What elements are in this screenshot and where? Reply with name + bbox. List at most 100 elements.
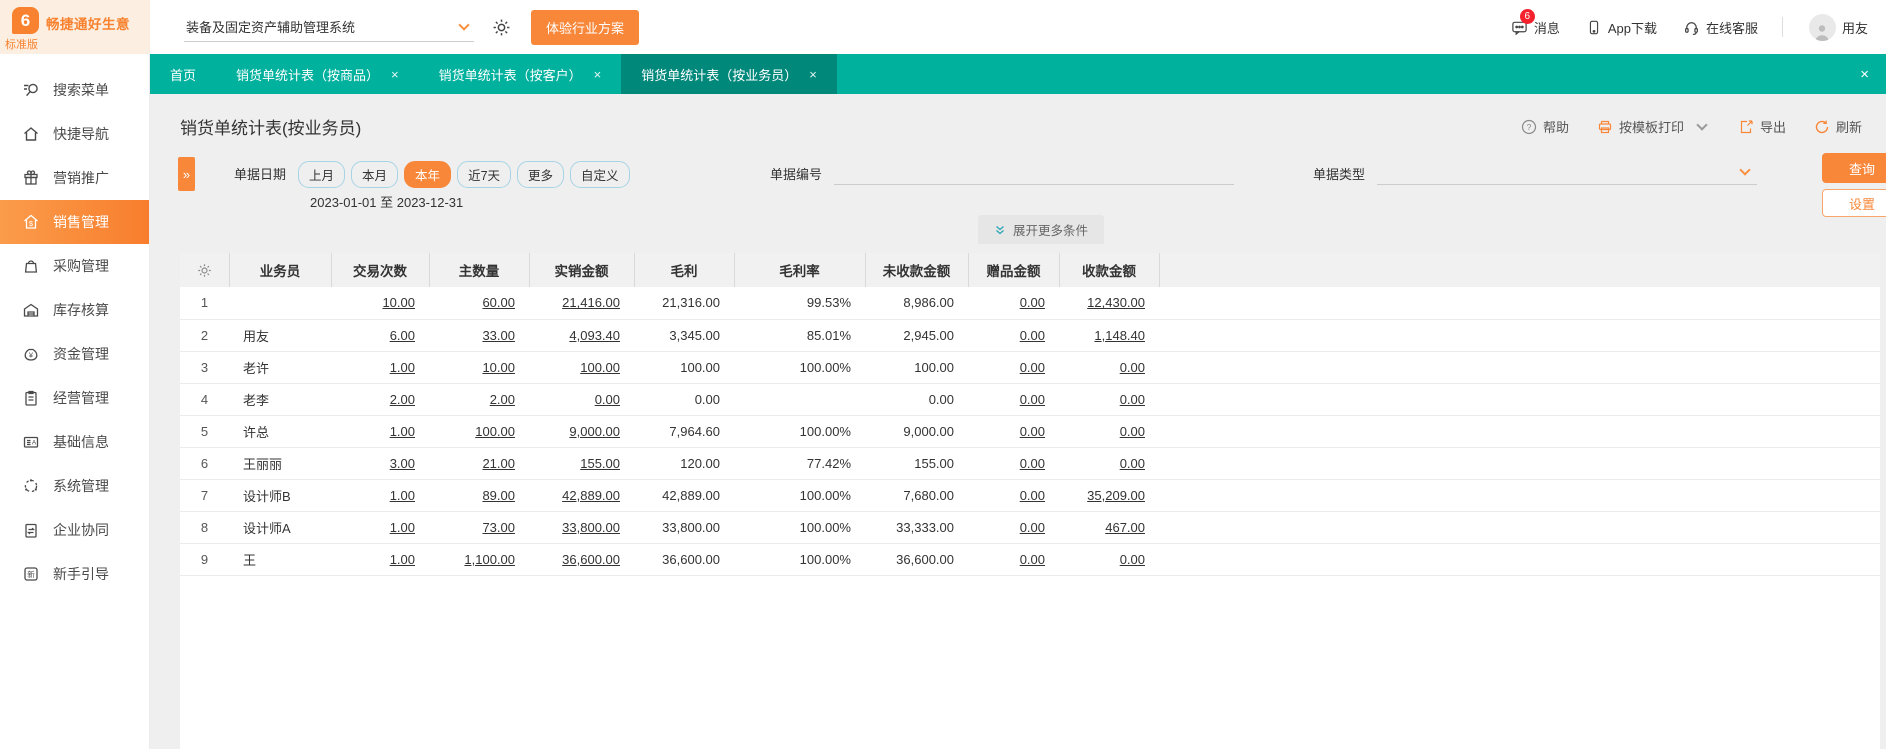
column-header-gift-amount[interactable]: 赠品金额 [968,253,1060,287]
cell-received-link[interactable]: 0.00 [1120,392,1145,407]
expand-more-conditions[interactable]: 展开更多条件 [978,215,1105,244]
column-settings-button[interactable] [180,253,230,287]
tab-home[interactable]: 首页 [150,54,216,94]
cell-qty-link[interactable]: 2.00 [490,392,515,407]
cell-trades-link[interactable]: 1.00 [390,424,415,439]
tab-report-by-customer[interactable]: 销货单统计表（按客户） × [419,54,622,94]
cell-gift-link[interactable]: 0.00 [1020,360,1045,375]
cell-trades-link[interactable]: 1.00 [390,360,415,375]
column-header-received[interactable]: 收款金额 [1059,253,1160,287]
cell-trades-link[interactable]: 2.00 [390,392,415,407]
sidebar-item-marketing[interactable]: 营销推广 [0,156,149,200]
cell-qty-link[interactable]: 10.00 [482,360,515,375]
export-button[interactable]: 导出 [1738,117,1786,136]
sidebar-item-inventory[interactable]: 库存核算 [0,288,149,332]
cell-gift-link[interactable]: 0.00 [1020,456,1045,471]
trial-solution-button[interactable]: 体验行业方案 [531,9,640,45]
cell-sales-link[interactable]: 42,889.00 [562,488,620,503]
cell-sales-link[interactable]: 4,093.40 [569,328,620,343]
cell-qty-link[interactable]: 60.00 [482,295,515,310]
online-support-button[interactable]: 在线客服 [1683,18,1758,37]
cell-trades-link[interactable]: 1.00 [390,552,415,567]
close-icon[interactable]: × [809,67,817,82]
cell-sales-link[interactable]: 0.00 [595,392,620,407]
tab-report-by-salesperson[interactable]: 销货单统计表（按业务员） × [621,54,837,94]
cell-sales-link[interactable]: 33,800.00 [562,520,620,535]
refresh-button[interactable]: 刷新 [1814,117,1862,136]
cell-qty-link[interactable]: 100.00 [475,424,515,439]
cell-qty-link[interactable]: 1,100.00 [464,552,515,567]
tab-report-by-product[interactable]: 销货单统计表（按商品） × [216,54,419,94]
close-all-tabs-button[interactable]: × [1843,54,1886,94]
sidebar-item-system[interactable]: 系统管理 [0,464,149,508]
cell-qty-link[interactable]: 89.00 [482,488,515,503]
column-header-unpaid[interactable]: 未收款金额 [865,253,969,287]
app-download-button[interactable]: App下载 [1586,18,1657,37]
date-option-this-year[interactable]: 本年 [404,161,452,188]
date-option-more[interactable]: 更多 [517,161,565,188]
date-option-last-month[interactable]: 上月 [298,161,346,188]
cell-sales-link[interactable]: 155.00 [580,456,620,471]
cell-gift-link[interactable]: 0.00 [1020,552,1045,567]
column-header-salesperson[interactable]: 业务员 [229,253,332,287]
cell-received-link[interactable]: 35,209.00 [1087,488,1145,503]
double-arrow-icon: » [182,166,191,182]
messages-button[interactable]: 消息 6 [1511,8,1560,37]
cell-trades-link[interactable]: 10.00 [382,295,415,310]
cell-received-link[interactable]: 0.00 [1120,424,1145,439]
column-header-gross-profit[interactable]: 毛利 [634,253,735,287]
cell-gift-link[interactable]: 0.00 [1020,424,1045,439]
cell-sales-link[interactable]: 9,000.00 [569,424,620,439]
sidebar-item-search-menu[interactable]: 搜索菜单 [0,68,149,112]
cell-gift-link[interactable]: 0.00 [1020,328,1045,343]
sidebar-item-quick-nav[interactable]: 快捷导航 [0,112,149,156]
date-option-this-month[interactable]: 本月 [351,161,399,188]
cell-qty-link[interactable]: 21.00 [482,456,515,471]
cell-received-link[interactable]: 12,430.00 [1087,295,1145,310]
system-select[interactable]: 装备及固定资产辅助管理系统 [184,12,474,42]
cell-gift-link[interactable]: 0.00 [1020,295,1045,310]
column-header-sales-amount[interactable]: 实销金额 [529,253,635,287]
date-range-value[interactable]: 2023-01-01 至 2023-12-31 [298,192,630,211]
date-option-custom[interactable]: 自定义 [570,161,630,188]
cell-received-link[interactable]: 1,148.40 [1094,328,1145,343]
sidebar-item-collaboration[interactable]: 企业协同 [0,508,149,552]
sidebar-item-purchasing[interactable]: 采购管理 [0,244,149,288]
sidebar-item-newbie-guide[interactable]: 新 新手引导 [0,552,149,596]
settings-gear-icon[interactable] [492,18,511,37]
column-header-margin[interactable]: 毛利率 [734,253,866,287]
doc-no-input[interactable] [834,161,1235,185]
sidebar-item-operations[interactable]: 经营管理 [0,376,149,420]
cell-received-link[interactable]: 0.00 [1120,552,1145,567]
cell-gift-link[interactable]: 0.00 [1020,520,1045,535]
doc-type-select[interactable] [1377,161,1758,185]
collapse-filter-button[interactable]: » [178,157,195,191]
sidebar-item-base-info[interactable]: A 基础信息 [0,420,149,464]
cell-sales-link[interactable]: 100.00 [580,360,620,375]
cell-gift-link[interactable]: 0.00 [1020,488,1045,503]
cell-gift-link[interactable]: 0.00 [1020,392,1045,407]
cell-qty-link[interactable]: 33.00 [482,328,515,343]
column-header-qty[interactable]: 主数量 [429,253,530,287]
user-menu[interactable]: 用友 [1808,13,1868,41]
cell-trades-link[interactable]: 1.00 [390,488,415,503]
column-header-trades[interactable]: 交易次数 [331,253,430,287]
search-button[interactable]: 查询 [1822,153,1886,183]
cell-received-link[interactable]: 467.00 [1105,520,1145,535]
print-by-template-button[interactable]: 按模板打印 [1597,117,1710,136]
close-icon[interactable]: × [391,67,399,82]
close-icon[interactable]: × [594,67,602,82]
cell-sales-link[interactable]: 36,600.00 [562,552,620,567]
cell-sales-link[interactable]: 21,416.00 [562,295,620,310]
settings-button[interactable]: 设置 [1822,189,1886,217]
help-button[interactable]: ? 帮助 [1521,117,1569,136]
cell-trades-link[interactable]: 6.00 [390,328,415,343]
cell-received-link[interactable]: 0.00 [1120,360,1145,375]
cell-trades-link[interactable]: 3.00 [390,456,415,471]
date-option-last-7-days[interactable]: 近7天 [457,161,512,188]
cell-qty-link[interactable]: 73.00 [482,520,515,535]
sidebar-item-sales[interactable]: $ 销售管理 [0,200,149,244]
cell-trades-link[interactable]: 1.00 [390,520,415,535]
cell-received-link[interactable]: 0.00 [1120,456,1145,471]
sidebar-item-funds[interactable]: ¥ 资金管理 [0,332,149,376]
